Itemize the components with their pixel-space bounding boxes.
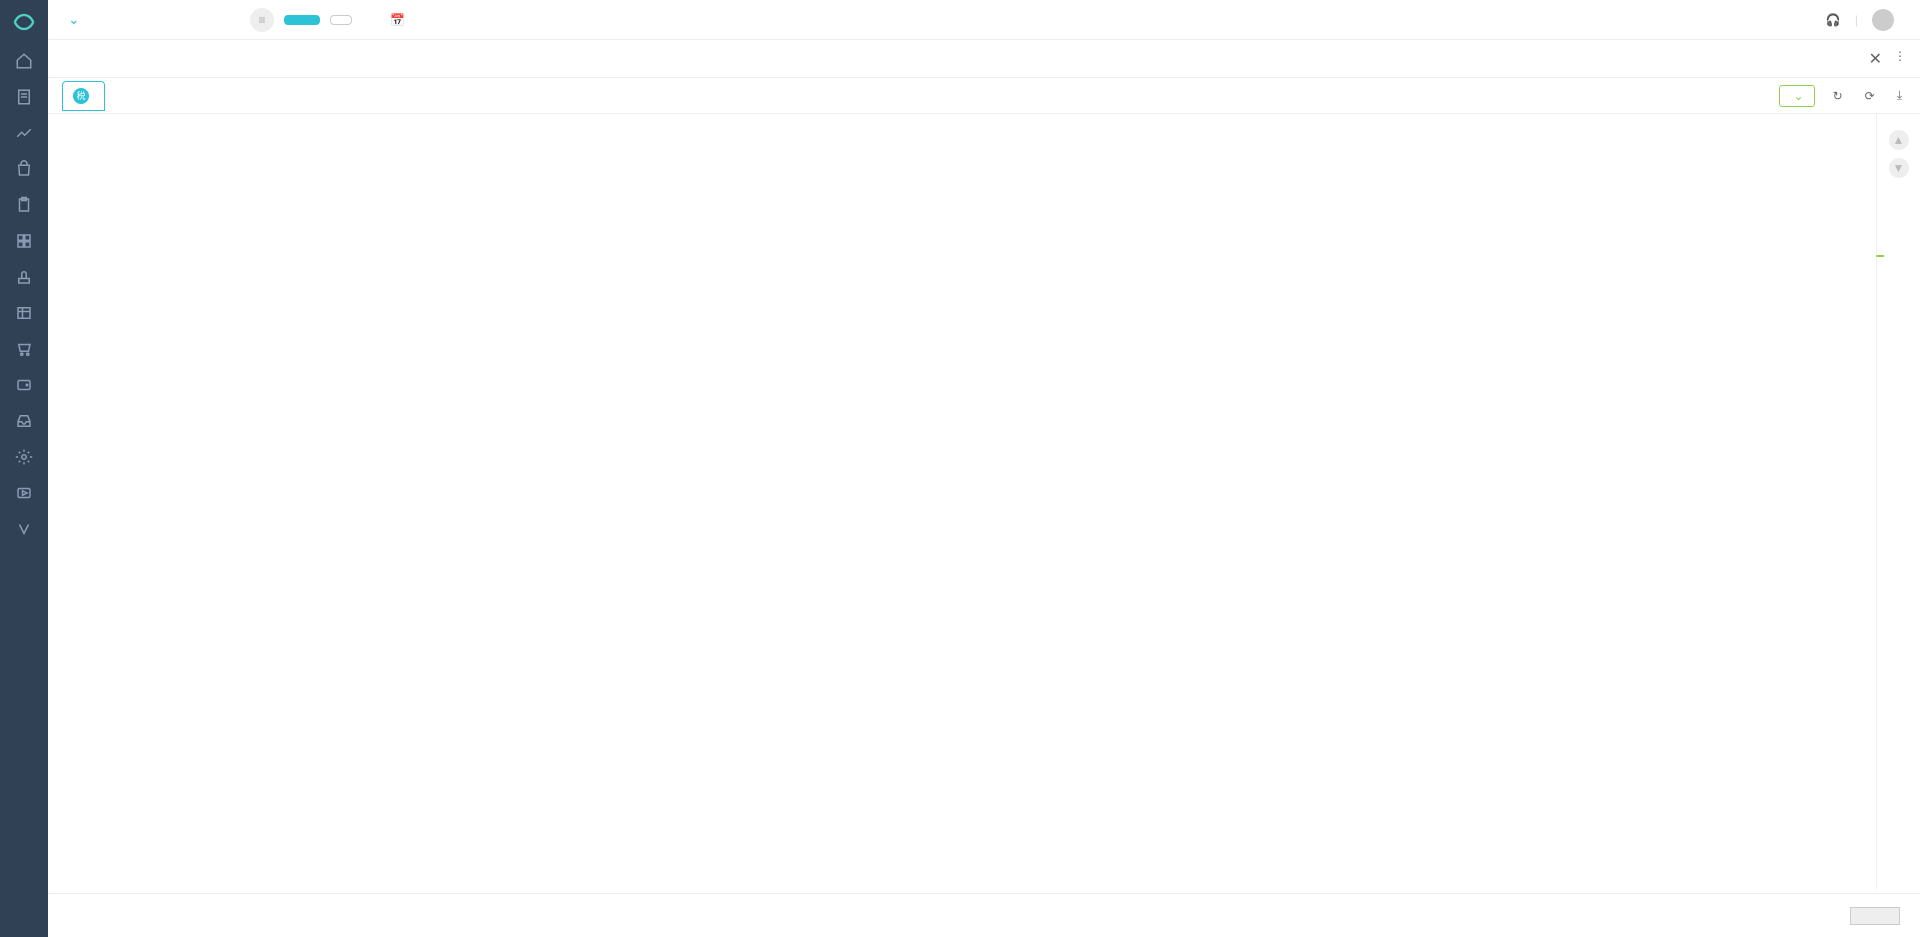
company-selector[interactable]: ⌄ [60, 11, 240, 28]
more-tabs-icon[interactable]: ⋮ [1894, 49, 1906, 69]
footer [48, 893, 1920, 937]
doc-icon[interactable] [13, 86, 35, 108]
reset-button[interactable]: ↻ [1833, 89, 1847, 103]
spreadsheet[interactable] [48, 114, 1876, 889]
init-button[interactable]: ⌄ [1779, 85, 1815, 107]
grid-icon[interactable] [13, 230, 35, 252]
cart-icon[interactable] [13, 338, 35, 360]
chevron-down-icon: ⌄ [68, 11, 80, 28]
v-icon[interactable] [13, 518, 35, 540]
calendar-icon[interactable]: 📅 [390, 13, 405, 27]
subtab-stamp-quarterly[interactable]: 税 [62, 81, 105, 111]
switch-old-button[interactable] [330, 15, 352, 25]
close-all-icon[interactable]: ✕ [1869, 49, 1882, 69]
wallet-icon[interactable] [13, 374, 35, 396]
clipboard-icon[interactable] [13, 194, 35, 216]
home-icon[interactable] [13, 50, 35, 72]
gear-icon[interactable] [13, 446, 35, 468]
tabs-bar: ✕ ⋮ [48, 40, 1920, 78]
table-icon[interactable] [13, 302, 35, 324]
bag-icon[interactable] [13, 158, 35, 180]
month-up-icon[interactable]: ▲ [1889, 130, 1909, 150]
year-badge [1876, 255, 1884, 257]
video-icon[interactable] [13, 482, 35, 504]
download-button[interactable]: ⤓ [1897, 88, 1906, 103]
subtab-icon: 税 [73, 88, 89, 104]
consult-link[interactable]: 🎧 [1826, 13, 1841, 27]
chart-icon[interactable] [13, 122, 35, 144]
workspace-button[interactable] [284, 15, 320, 25]
sidebar [0, 0, 48, 937]
chevron-down-icon: ⌄ [1794, 89, 1804, 103]
sample-swatch [1850, 907, 1900, 925]
stamp-icon[interactable] [13, 266, 35, 288]
avatar[interactable] [1872, 9, 1894, 31]
subtabs-bar: 税 ⌄ ↻ ⟳ ⤓ [48, 78, 1920, 114]
month-panel: ▲ ▼ [1876, 114, 1920, 889]
refresh-button[interactable]: ⟳ [1865, 89, 1879, 103]
history-icon[interactable]: ≡ [250, 8, 274, 32]
topbar: ⌄ ≡ 📅 🎧 | [48, 0, 1920, 40]
logo-icon [10, 8, 38, 36]
inbox-icon[interactable] [13, 410, 35, 432]
month-down-icon[interactable]: ▼ [1889, 158, 1909, 178]
